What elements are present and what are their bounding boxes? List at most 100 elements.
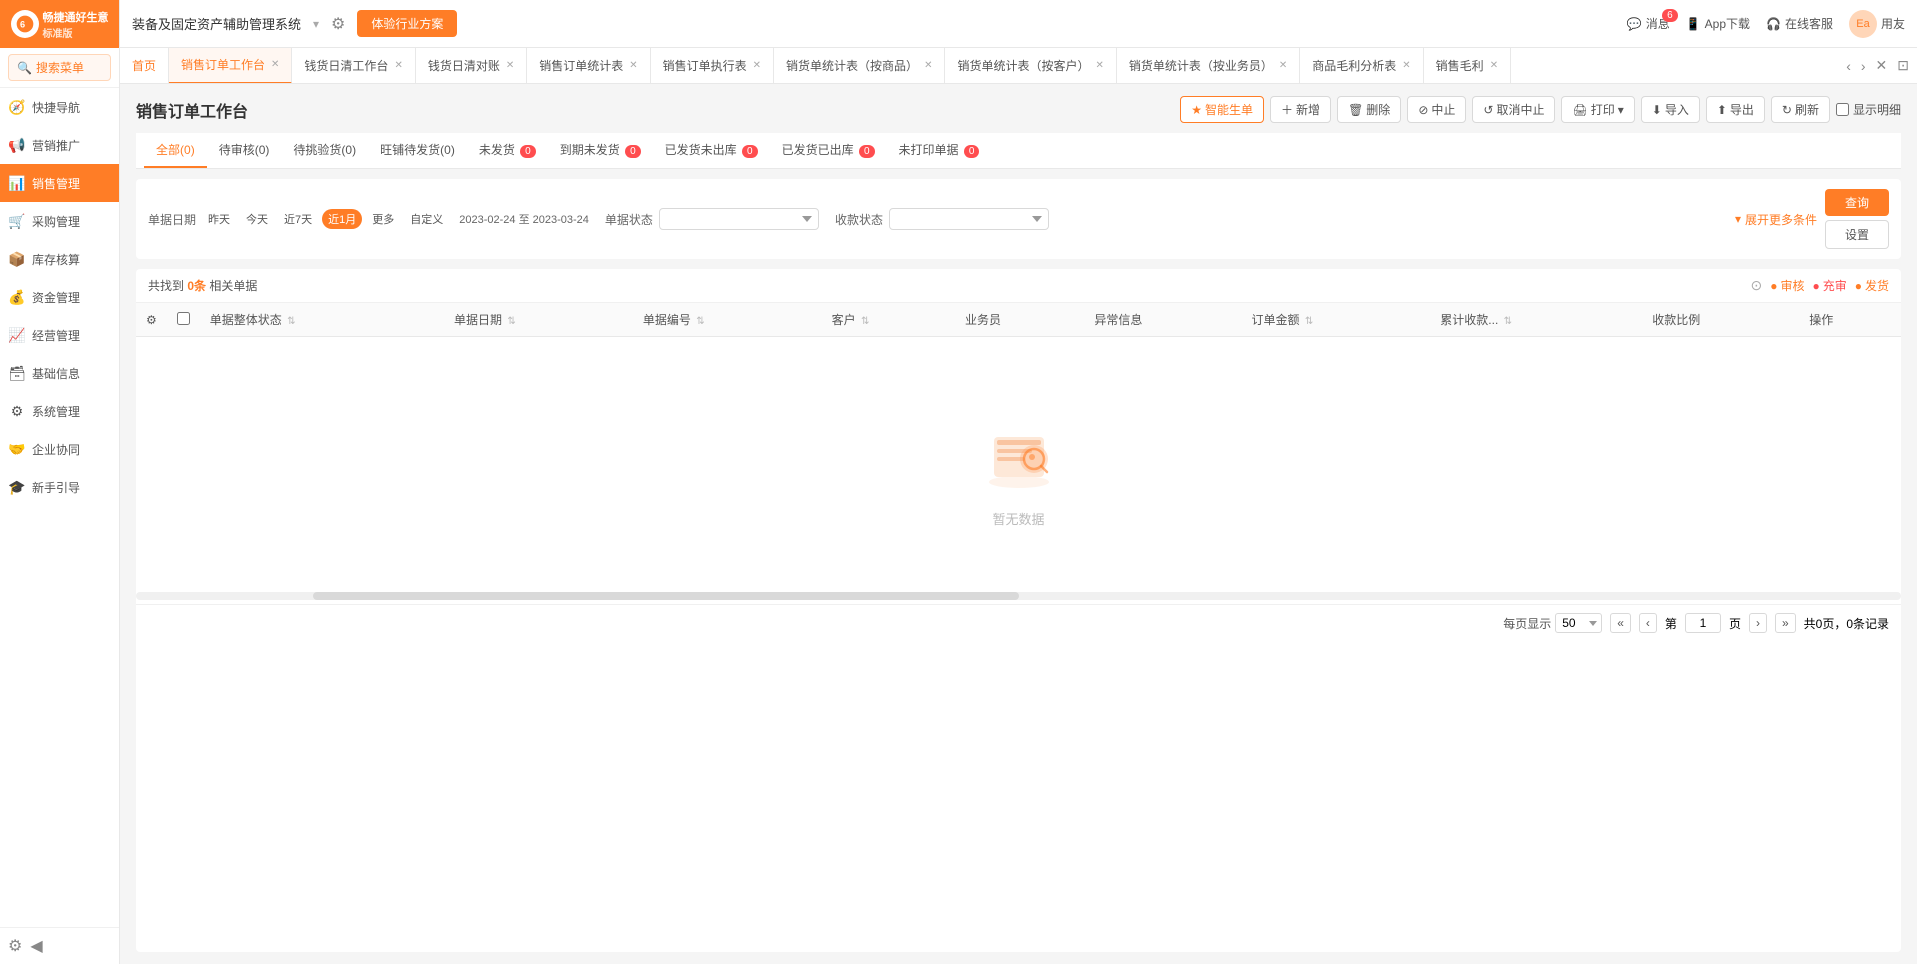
tab-sales-by-staff[interactable]: 销货单统计表（按业务员） ✕ [1117, 48, 1300, 84]
tab-close-sales-exec[interactable]: ✕ [753, 60, 761, 71]
sub-tab-pending-audit[interactable]: 待审核(0) [207, 133, 282, 168]
prev-page-btn[interactable]: ‹ [1639, 613, 1657, 633]
sidebar-item-finance[interactable]: 💰 资金管理 [0, 278, 119, 316]
sub-tab-pending-inspect[interactable]: 待挑验货(0) [281, 133, 368, 168]
ship-action-link[interactable]: ● 发货 [1855, 277, 1889, 294]
sidebar-collapse-icon[interactable]: ◀ [30, 936, 42, 956]
tab-sales-by-product[interactable]: 销货单统计表（按商品） ✕ [774, 48, 945, 84]
sidebar-item-purchase[interactable]: 🛒 采购管理 [0, 202, 119, 240]
tab-home[interactable]: 首页 [120, 48, 169, 84]
tab-gross-profit[interactable]: 商品毛利分析表 ✕ [1300, 48, 1423, 84]
per-page-select[interactable]: 50 10 20 100 [1555, 613, 1602, 633]
sub-tab-overdue-ship[interactable]: 到期未发货 0 [548, 133, 653, 168]
shortcut-more[interactable]: 更多 [366, 209, 400, 229]
tab-close-sales-more[interactable]: ✕ [1490, 60, 1498, 71]
tab-close-sales-by-product[interactable]: ✕ [924, 60, 932, 71]
next-page-btn[interactable]: › [1749, 613, 1767, 633]
sub-tab-shipped-out[interactable]: 已发货已出库 0 [770, 133, 887, 168]
sidebar-item-sales[interactable]: 📊 销售管理 [0, 164, 119, 202]
tab-sales-more[interactable]: 销售毛利 ✕ [1424, 48, 1511, 84]
sub-tab-wangpu[interactable]: 旺铺待发货(0) [368, 133, 467, 168]
payment-select[interactable] [889, 208, 1049, 230]
sidebar-settings-icon[interactable]: ⚙ [8, 936, 22, 956]
topbar: 装备及固定资产辅助管理系统 ▾ ⚙ 体验行业方案 💬 消息 6 📱 App下载 … [120, 0, 1917, 48]
app-download-btn[interactable]: 📱 App下载 [1686, 15, 1750, 32]
sidebar-item-cooperation[interactable]: 🤝 企业协同 [0, 430, 119, 468]
status-select[interactable] [659, 208, 819, 230]
sub-tab-all[interactable]: 全部(0) [144, 133, 207, 168]
horizontal-scrollbar[interactable] [136, 592, 1901, 600]
shortcut-7days[interactable]: 近7天 [278, 209, 318, 229]
sort-collected-icon[interactable]: ⇅ [1504, 316, 1512, 327]
sort-number-icon[interactable]: ⇅ [696, 316, 704, 327]
tab-close-cash-daily[interactable]: ✕ [394, 60, 402, 71]
sidebar-item-operation[interactable]: 📈 经营管理 [0, 316, 119, 354]
page-title: 销售订单工作台 [136, 98, 248, 122]
page-number-input[interactable] [1685, 613, 1721, 633]
select-all-checkbox[interactable] [177, 312, 190, 325]
sidebar-item-inventory[interactable]: 📦 库存核算 [0, 240, 119, 278]
message-btn[interactable]: 💬 消息 6 [1627, 15, 1670, 32]
tab-close-cash-reconcile[interactable]: ✕ [506, 60, 514, 71]
export-button[interactable]: ⬆ 导出 [1706, 96, 1765, 123]
tab-cash-reconcile[interactable]: 钱货日清对账 ✕ [416, 48, 527, 84]
tab-close-sales-by-customer[interactable]: ✕ [1095, 60, 1103, 71]
sub-tab-not-printed[interactable]: 未打印单据 0 [887, 133, 992, 168]
suspend-button[interactable]: ⊘ 中止 [1407, 96, 1466, 123]
sidebar-item-system[interactable]: ⚙ 系统管理 [0, 392, 119, 430]
smart-gen-button[interactable]: ★ 智能生单 [1180, 96, 1264, 123]
reject-action-link[interactable]: ● 充审 [1812, 277, 1846, 294]
tab-sales-stat[interactable]: 销售订单统计表 ✕ [527, 48, 650, 84]
query-button[interactable]: 查询 [1825, 189, 1889, 216]
add-icon: ＋ [1281, 101, 1293, 118]
tab-close-sales-order[interactable]: ✕ [271, 59, 279, 70]
search-menu-button[interactable]: 🔍 搜索菜单 [8, 54, 111, 81]
col-checkbox[interactable] [167, 303, 200, 337]
tab-close-sales-stat[interactable]: ✕ [629, 60, 637, 71]
last-page-btn[interactable]: » [1775, 613, 1796, 633]
audit-action-link[interactable]: ● 审核 [1770, 277, 1804, 294]
print-button[interactable]: 🖨 打印 ▾ [1561, 96, 1634, 123]
sub-tab-shipped-not-out[interactable]: 已发货未出库 0 [653, 133, 770, 168]
sidebar-item-marketing[interactable]: 📢 营销推广 [0, 126, 119, 164]
refresh-button[interactable]: ↻ 刷新 [1771, 96, 1830, 123]
shortcut-yesterday[interactable]: 昨天 [202, 209, 236, 229]
tab-sales-by-customer[interactable]: 销货单统计表（按客户） ✕ [945, 48, 1116, 84]
sort-customer-icon[interactable]: ⇅ [861, 316, 869, 327]
sidebar-item-newbie[interactable]: 🎓 新手引导 [0, 468, 119, 506]
tabs-close-all-btn[interactable]: ✕ [1872, 57, 1892, 74]
tab-sales-order[interactable]: 销售订单工作台 ✕ [169, 48, 292, 84]
tabs-expand-btn[interactable]: ⊡ [1893, 57, 1913, 74]
sidebar-item-quick-nav[interactable]: 🧭 快捷导航 [0, 88, 119, 126]
add-button[interactable]: ＋ 新增 [1270, 96, 1331, 123]
sort-status-icon[interactable]: ⇅ [287, 316, 295, 327]
scroll-thumb[interactable] [313, 592, 1019, 600]
sort-amount-icon[interactable]: ⇅ [1305, 316, 1313, 327]
sidebar: 6 畅捷通好生意 标准版 🔍 搜索菜单 🧭 快捷导航 📢 营销推广 📊 销售管理… [0, 0, 120, 964]
shortcut-custom[interactable]: 自定义 [404, 209, 449, 229]
user-menu-btn[interactable]: Ea 用友 [1849, 10, 1905, 38]
first-page-btn[interactable]: « [1610, 613, 1631, 633]
import-button[interactable]: ⬇ 导入 [1641, 96, 1700, 123]
sort-date-icon[interactable]: ⇅ [507, 316, 515, 327]
online-support-btn[interactable]: 🎧 在线客服 [1766, 15, 1833, 32]
sub-tab-not-shipped[interactable]: 未发货 0 [467, 133, 548, 168]
sidebar-item-basic[interactable]: 🗃 基础信息 [0, 354, 119, 392]
search-icon: 🔍 [17, 61, 32, 75]
tabs-prev-btn[interactable]: ‹ [1842, 58, 1855, 74]
delete-button[interactable]: 🗑 删除 [1337, 96, 1401, 123]
cancel-suspend-button[interactable]: ↺ 取消中止 [1472, 96, 1555, 123]
show-detail-checkbox[interactable] [1836, 103, 1849, 116]
shortcut-today[interactable]: 今天 [240, 209, 274, 229]
topbar-settings-icon[interactable]: ⚙ [331, 14, 345, 34]
col-settings[interactable]: ⚙ [136, 303, 167, 337]
tab-sales-exec[interactable]: 销售订单执行表 ✕ [651, 48, 774, 84]
tab-close-sales-by-staff[interactable]: ✕ [1279, 60, 1287, 71]
set-button[interactable]: 设置 [1825, 220, 1889, 249]
tab-close-gross-profit[interactable]: ✕ [1402, 60, 1410, 71]
tabs-next-btn[interactable]: › [1857, 58, 1870, 74]
exp-btn[interactable]: 体验行业方案 [357, 10, 457, 37]
shortcut-1month[interactable]: 近1月 [322, 209, 362, 229]
tab-cash-daily[interactable]: 钱货日清工作台 ✕ [292, 48, 415, 84]
expand-filter-btn[interactable]: ▾ 展开更多条件 [1735, 211, 1817, 228]
